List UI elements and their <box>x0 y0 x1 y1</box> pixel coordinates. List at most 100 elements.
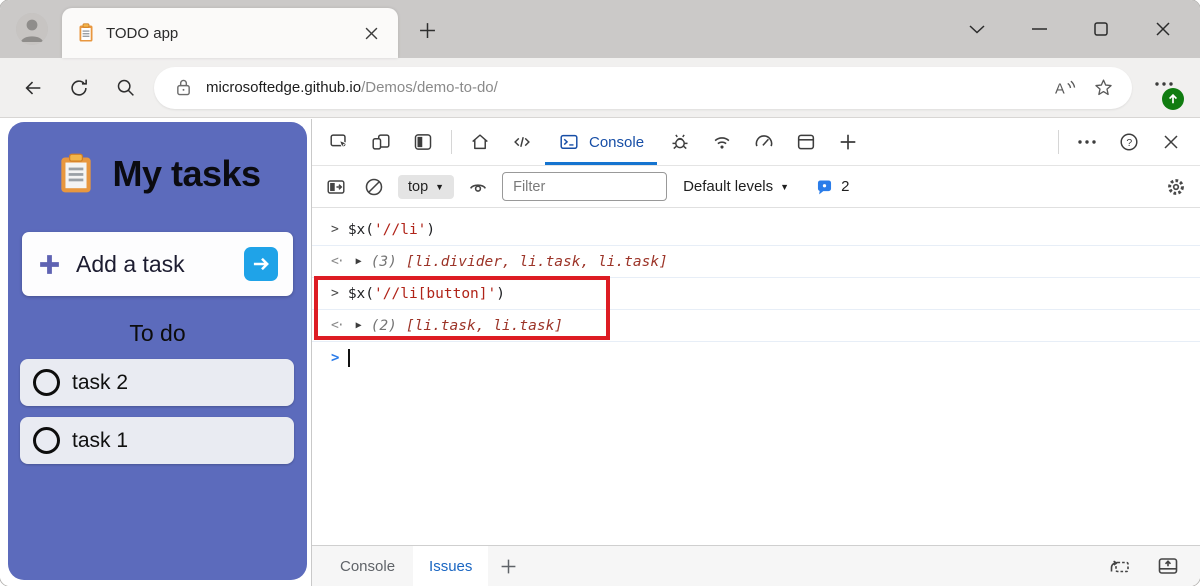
minimize-button[interactable] <box>1008 0 1070 58</box>
context-selector[interactable]: top ▼ <box>398 174 455 199</box>
read-aloud-icon[interactable]: A <box>1050 73 1080 103</box>
new-tab-button[interactable] <box>412 17 442 43</box>
performance-gauge-icon[interactable] <box>743 119 785 165</box>
address-bar[interactable]: microsoftedge.github.io/Demos/demo-to-do… <box>154 66 1132 109</box>
console-tab-label: Console <box>589 133 645 151</box>
device-emulation-icon[interactable] <box>360 119 402 165</box>
inspect-element-icon[interactable] <box>318 119 360 165</box>
close-window-button[interactable] <box>1132 0 1194 58</box>
profile-avatar[interactable] <box>16 13 48 45</box>
console-command-row[interactable]: > $x('//li[button]') <box>312 278 1200 310</box>
drawer-tab-issues[interactable]: Issues <box>413 546 489 586</box>
devtools-panel: Console ? top ▼ Filter Default levels ▼ … <box>311 119 1200 586</box>
clear-console-icon[interactable] <box>360 173 388 201</box>
drawer-right-controls <box>1106 546 1188 586</box>
tab-close-icon[interactable] <box>358 20 384 46</box>
console-toolbar: top ▼ Default levels ▼ <box>312 166 1200 208</box>
devtools-menu-icon[interactable] <box>1066 119 1108 165</box>
console-icon <box>560 134 578 149</box>
maximize-button[interactable] <box>1070 0 1132 58</box>
welcome-home-icon[interactable] <box>459 119 501 165</box>
task-row[interactable]: task 2 <box>20 359 294 406</box>
app-title: My tasks <box>112 153 261 194</box>
live-expression-eye-icon[interactable] <box>464 173 492 201</box>
clipboard-icon <box>61 153 92 193</box>
console-sidebar-icon[interactable] <box>322 173 350 201</box>
close-devtools-icon[interactable] <box>1150 119 1192 165</box>
expand-triangle-icon[interactable]: ▶ <box>356 256 362 267</box>
chevron-down-icon: ▼ <box>780 181 790 192</box>
browser-window: TODO app microsoftedge.github.io/Demos/d… <box>0 0 1200 586</box>
svg-text:?: ? <box>1126 137 1132 149</box>
result-preview: [li.task, li.task] <box>405 317 564 334</box>
task-row[interactable]: task 1 <box>20 417 294 464</box>
url-domain: microsoftedge.github.io <box>206 79 362 96</box>
tab-title: TODO app <box>106 24 179 42</box>
update-available-badge[interactable] <box>1162 87 1184 110</box>
drawer-add-tab-icon[interactable] <box>490 546 527 586</box>
expand-triangle-icon[interactable]: ▶ <box>356 320 362 331</box>
browser-toolbar: microsoftedge.github.io/Demos/demo-to-do… <box>0 58 1200 118</box>
dock-side-icon[interactable] <box>1106 554 1132 578</box>
favorites-star-icon[interactable] <box>1088 73 1118 103</box>
console-log-area[interactable]: > $x('//li') <· ▶ (3) [li.divider, li.ta… <box>312 208 1200 545</box>
command-code: $x( <box>347 285 375 302</box>
back-button[interactable] <box>16 71 50 105</box>
browser-menu-button[interactable] <box>1144 66 1184 110</box>
elements-code-icon[interactable] <box>501 119 543 165</box>
command-chevron-icon: > <box>331 222 339 237</box>
debugger-bug-icon[interactable] <box>659 119 701 165</box>
toolbar-separator <box>451 130 452 154</box>
text-cursor <box>348 349 350 367</box>
message-bubble-icon <box>818 179 832 194</box>
result-count: (3) <box>370 253 397 270</box>
filter-input[interactable] <box>502 172 668 201</box>
command-code: ) <box>496 285 505 302</box>
search-icon[interactable] <box>108 71 142 105</box>
browser-tab[interactable]: TODO app <box>62 8 398 58</box>
expand-panel-icon[interactable] <box>1156 554 1180 578</box>
add-task-input[interactable] <box>76 250 230 278</box>
tab-actions-chevron-icon[interactable] <box>946 0 1008 58</box>
task-checkbox[interactable] <box>33 369 60 396</box>
todo-app-panel: My tasks To do task 2 <box>8 122 307 580</box>
refresh-button[interactable] <box>62 71 96 105</box>
plus-icon <box>40 254 59 274</box>
submit-task-button[interactable] <box>244 247 278 281</box>
console-command-row[interactable]: > $x('//li') <box>312 214 1200 246</box>
console-prompt[interactable]: > <box>312 342 1200 374</box>
task-label: task 2 <box>72 370 129 394</box>
devtools-tab-bar: Console ? <box>312 119 1200 166</box>
drawer-tab-console[interactable]: Console <box>324 546 411 586</box>
command-string: '//li' <box>374 221 427 238</box>
console-messages-indicator[interactable]: 2 <box>815 178 849 196</box>
person-icon <box>16 13 48 45</box>
prompt-chevron-icon: > <box>331 350 340 366</box>
toolbar-separator <box>1058 130 1059 154</box>
devtools-drawer: Console Issues <box>312 545 1200 586</box>
window-controls <box>946 0 1194 58</box>
network-wifi-icon[interactable] <box>701 119 743 165</box>
task-checkbox[interactable] <box>33 427 60 454</box>
help-icon[interactable]: ? <box>1108 119 1150 165</box>
context-label: top <box>408 178 429 195</box>
title-bar: TODO app <box>0 0 1200 58</box>
application-panel-icon[interactable] <box>785 119 827 165</box>
content-area: My tasks To do task 2 <box>0 119 1200 586</box>
log-levels-dropdown[interactable]: Default levels ▼ <box>683 178 789 195</box>
command-chevron-icon: > <box>331 286 339 301</box>
more-tools-plus-icon[interactable] <box>827 119 869 165</box>
console-settings-gear-icon[interactable] <box>1162 173 1190 201</box>
add-task-box[interactable] <box>22 232 293 296</box>
chevron-down-icon: ▼ <box>435 181 445 192</box>
url-text[interactable]: microsoftedge.github.io/Demos/demo-to-do… <box>206 79 1042 96</box>
console-result-row[interactable]: <· ▶ (2) [li.task, li.task] <box>312 310 1200 342</box>
lock-icon[interactable] <box>168 73 198 103</box>
task-label: task 1 <box>72 428 129 452</box>
levels-label: Default levels <box>683 178 774 195</box>
layout-panel-icon[interactable] <box>402 119 444 165</box>
console-result-row[interactable]: <· ▶ (3) [li.divider, li.task, li.task] <box>312 246 1200 278</box>
tab-console[interactable]: Console <box>543 119 659 165</box>
todo-header: My tasks <box>8 152 307 196</box>
command-code: ) <box>426 221 436 238</box>
